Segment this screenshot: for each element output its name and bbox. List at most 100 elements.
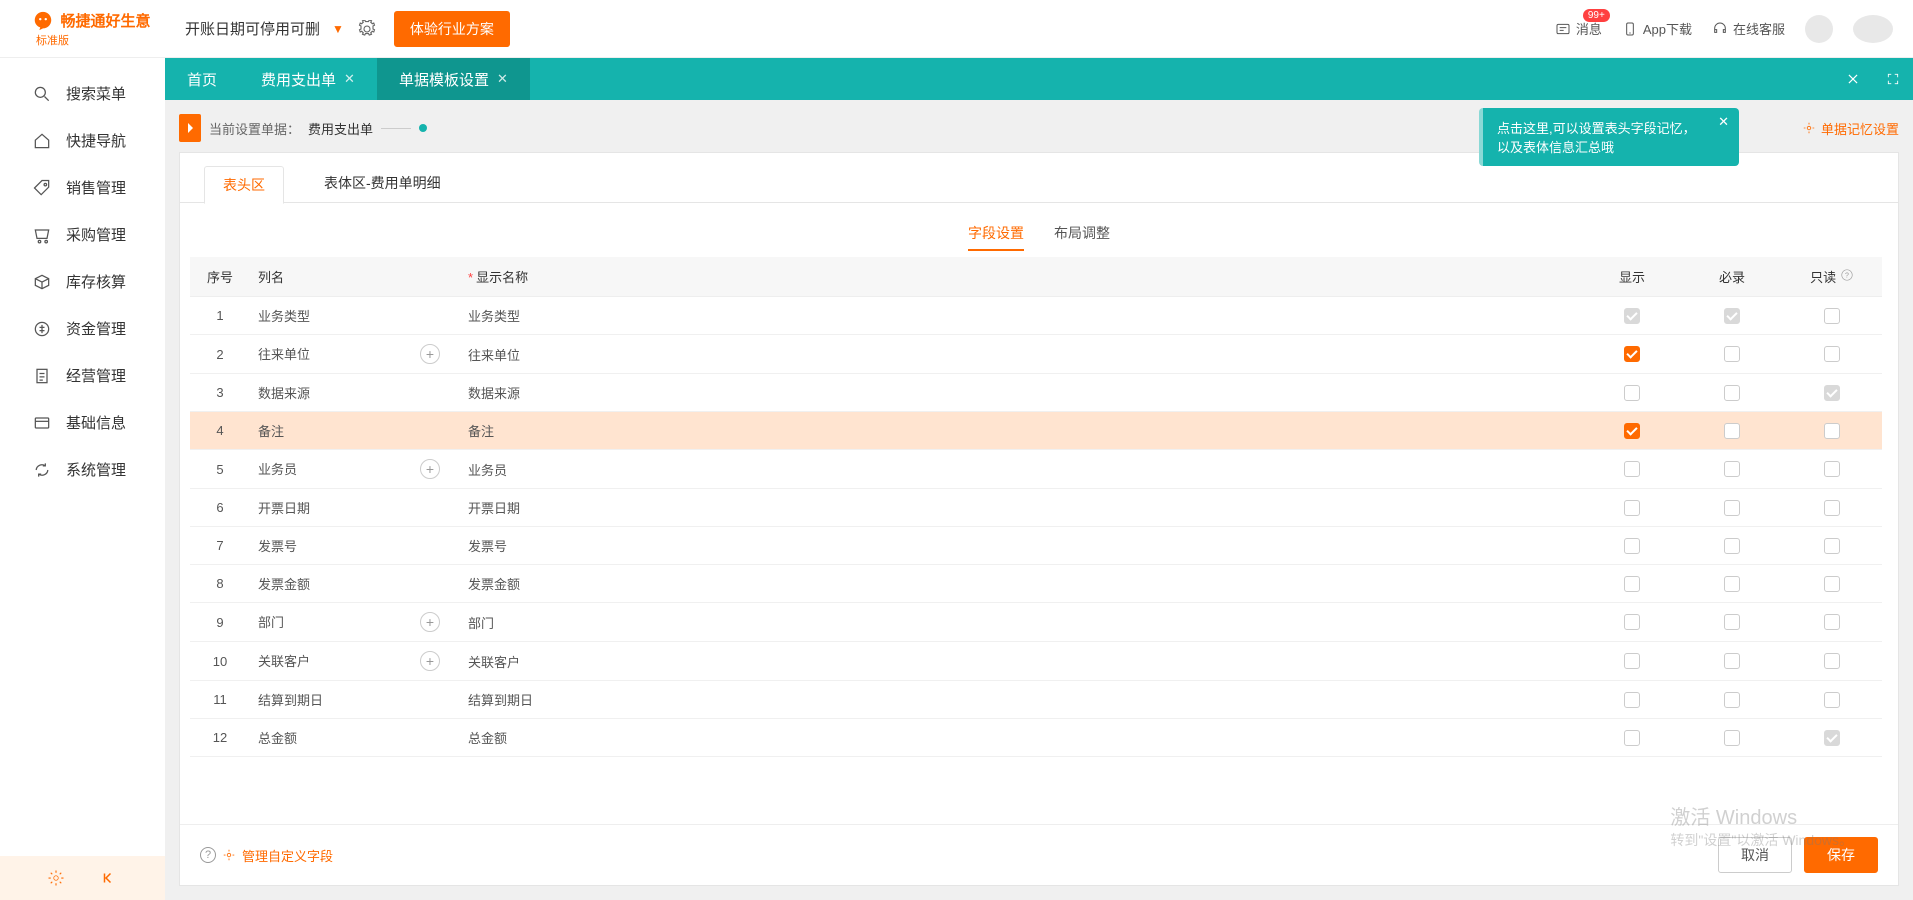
collapse-icon[interactable] [100, 869, 118, 887]
area-tab-1[interactable]: 表体区-费用单明细 [306, 165, 459, 203]
checkbox[interactable] [1724, 730, 1740, 746]
account-selector[interactable]: 开账日期可停用可删 ▼ [185, 18, 344, 39]
support-link[interactable]: 在线客服 [1712, 19, 1785, 38]
sub-tab-0[interactable]: 字段设置 [968, 217, 1024, 251]
checkbox[interactable] [1624, 576, 1640, 592]
checkbox[interactable] [1824, 500, 1840, 516]
checkbox[interactable] [1624, 461, 1640, 477]
tab-2[interactable]: 单据模板设置✕ [377, 58, 530, 100]
cell-display[interactable]: 业务员 [460, 450, 1582, 489]
checkbox[interactable] [1724, 423, 1740, 439]
checkbox[interactable] [1824, 576, 1840, 592]
checkbox[interactable] [1724, 692, 1740, 708]
tab-close-icon[interactable]: ✕ [344, 71, 355, 87]
checkbox[interactable] [1624, 500, 1640, 516]
table-row[interactable]: 6开票日期开票日期 [190, 489, 1882, 527]
checkbox[interactable] [1824, 308, 1840, 324]
cell-display[interactable]: 关联客户 [460, 642, 1582, 681]
table-row[interactable]: 2往来单位+往来单位 [190, 335, 1882, 374]
checkbox[interactable] [1624, 346, 1640, 362]
tab-0[interactable]: 首页 [165, 58, 239, 100]
sidebar-item-5[interactable]: 资金管理 [0, 305, 165, 352]
checkbox[interactable] [1624, 614, 1640, 630]
sidebar-item-7[interactable]: 基础信息 [0, 399, 165, 446]
sidebar-item-2[interactable]: 销售管理 [0, 164, 165, 211]
checkbox[interactable] [1724, 461, 1740, 477]
checkbox[interactable] [1624, 385, 1640, 401]
cell-display[interactable]: 部门 [460, 603, 1582, 642]
add-button[interactable]: + [420, 651, 440, 671]
sidebar-item-6[interactable]: 经营管理 [0, 352, 165, 399]
area-tab-0[interactable]: 表头区 [204, 166, 284, 204]
table-row[interactable]: 3数据来源数据来源 [190, 374, 1882, 412]
sidebar-footer [0, 856, 165, 900]
checkbox[interactable] [1824, 461, 1840, 477]
avatar[interactable] [1853, 15, 1893, 43]
tab-1[interactable]: 费用支出单✕ [239, 58, 377, 100]
table-row[interactable]: 8发票金额发票金额 [190, 565, 1882, 603]
checkbox[interactable] [1824, 423, 1840, 439]
checkbox[interactable] [1724, 653, 1740, 669]
settings-icon[interactable] [47, 869, 65, 887]
checkbox[interactable] [1824, 692, 1840, 708]
table-row[interactable]: 1业务类型业务类型 [190, 297, 1882, 335]
cell-display[interactable]: 结算到期日 [460, 681, 1582, 719]
table-row[interactable]: 9部门+部门 [190, 603, 1882, 642]
checkbox[interactable] [1624, 423, 1640, 439]
cell-display[interactable]: 备注 [460, 412, 1582, 450]
checkbox[interactable] [1624, 692, 1640, 708]
checkbox[interactable] [1624, 730, 1640, 746]
messages-link[interactable]: 消息 99+ [1555, 19, 1602, 38]
save-button[interactable]: 保存 [1804, 837, 1878, 873]
expand-handle[interactable] [179, 114, 201, 142]
checkbox[interactable] [1724, 614, 1740, 630]
sidebar-item-8[interactable]: 系统管理 [0, 446, 165, 493]
cell-display[interactable]: 开票日期 [460, 489, 1582, 527]
checkbox[interactable] [1724, 576, 1740, 592]
tab-close-icon[interactable]: ✕ [497, 71, 508, 87]
avatar-small[interactable] [1805, 15, 1833, 43]
checkbox[interactable] [1824, 614, 1840, 630]
checkbox[interactable] [1824, 346, 1840, 362]
sidebar-item-3[interactable]: 采购管理 [0, 211, 165, 258]
table-row[interactable]: 5业务员+业务员 [190, 450, 1882, 489]
table-row[interactable]: 10关联客户+关联客户 [190, 642, 1882, 681]
checkbox[interactable] [1624, 653, 1640, 669]
checkbox[interactable] [1624, 538, 1640, 554]
app-download-link[interactable]: App下载 [1622, 19, 1692, 38]
cell-display[interactable]: 往来单位 [460, 335, 1582, 374]
close-tabs-button[interactable] [1833, 72, 1873, 86]
cell-display[interactable]: 发票金额 [460, 565, 1582, 603]
custom-fields-link[interactable]: ? 管理自定义字段 [200, 846, 333, 865]
checkbox[interactable] [1824, 653, 1840, 669]
col-seq: 序号 [190, 257, 250, 297]
table-row[interactable]: 11结算到期日结算到期日 [190, 681, 1882, 719]
industry-plan-button[interactable]: 体验行业方案 [394, 11, 510, 47]
table-row[interactable]: 12总金额总金额 [190, 719, 1882, 757]
field-table-wrap[interactable]: 序号 列名 *显示名称 显示 必录 只读 ? 1业务类型业务类型2往来单位+往来… [180, 257, 1898, 824]
checkbox[interactable] [1724, 538, 1740, 554]
fullscreen-button[interactable] [1873, 72, 1913, 86]
cell-display[interactable]: 数据来源 [460, 374, 1582, 412]
add-button[interactable]: + [420, 344, 440, 364]
cell-display[interactable]: 总金额 [460, 719, 1582, 757]
checkbox[interactable] [1824, 538, 1840, 554]
add-button[interactable]: + [420, 459, 440, 479]
memory-settings-link[interactable]: 单据记忆设置 [1802, 119, 1899, 138]
sidebar-item-1[interactable]: 快捷导航 [0, 117, 165, 164]
table-row[interactable]: 7发票号发票号 [190, 527, 1882, 565]
cell-readonly [1782, 489, 1882, 527]
sidebar-item-0[interactable]: 搜索菜单 [0, 70, 165, 117]
checkbox[interactable] [1724, 346, 1740, 362]
checkbox[interactable] [1724, 500, 1740, 516]
sidebar-item-4[interactable]: 库存核算 [0, 258, 165, 305]
checkbox[interactable] [1724, 385, 1740, 401]
add-button[interactable]: + [420, 612, 440, 632]
cell-display[interactable]: 发票号 [460, 527, 1582, 565]
cell-display[interactable]: 业务类型 [460, 297, 1582, 335]
tooltip-close-icon[interactable]: ✕ [1718, 114, 1729, 130]
gear-icon[interactable] [358, 20, 376, 38]
sub-tab-1[interactable]: 布局调整 [1054, 217, 1110, 251]
cancel-button[interactable]: 取消 [1718, 837, 1792, 873]
table-row[interactable]: 4备注备注 [190, 412, 1882, 450]
